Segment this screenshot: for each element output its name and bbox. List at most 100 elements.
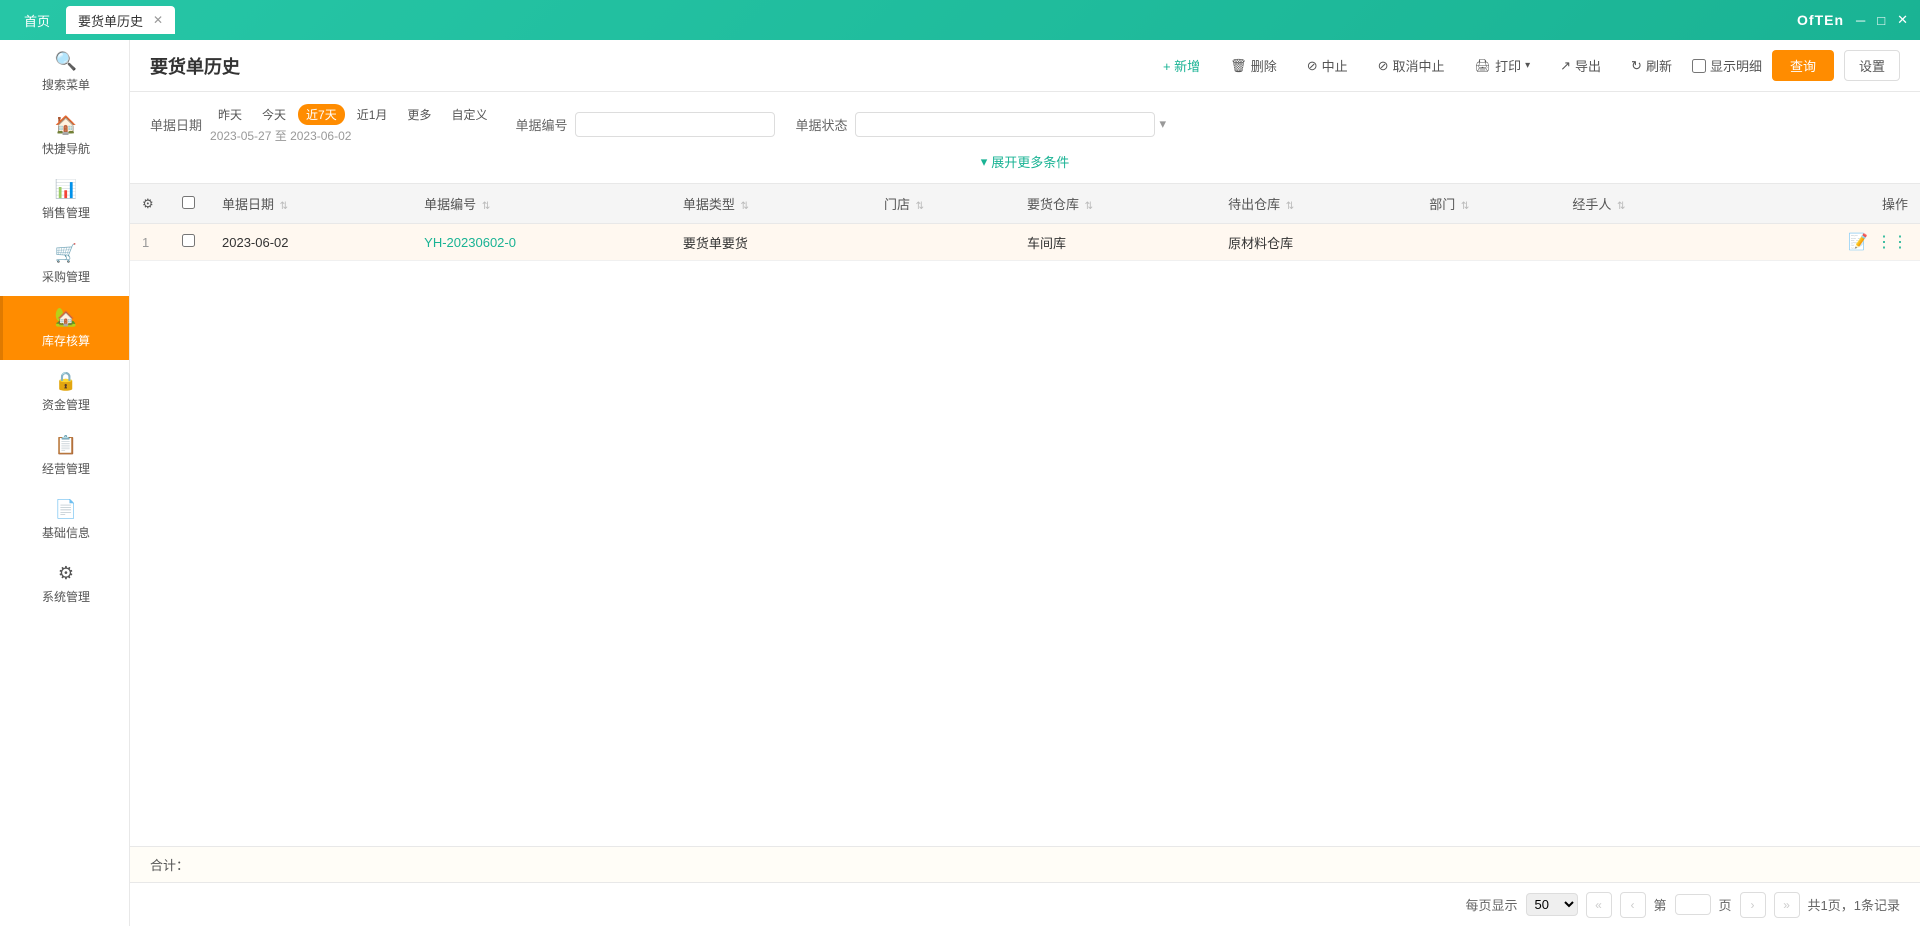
page-last-btn[interactable]: » [1774,892,1800,918]
print-icon: 🖨 [1475,58,1492,74]
status-dropdown-icon[interactable]: ▾ [1159,116,1166,132]
status-input[interactable] [855,112,1155,137]
page-title: 要货单历史 [150,53,1141,79]
date-tag-custom[interactable]: 自定义 [443,104,495,125]
per-page-select[interactable]: 50 100 200 [1526,893,1578,916]
basic-icon: 📄 [55,499,77,520]
date-range-display: 2023-05-27 至 2023-06-02 [210,127,495,144]
page-next-btn[interactable]: › [1740,892,1766,918]
sidebar-item-search[interactable]: 🔍 搜索菜单 [0,40,129,104]
per-page-label: 每页显示 [1465,895,1517,914]
row-dept [1417,224,1560,261]
window-close-btn[interactable]: ✕ [1897,12,1908,28]
expand-more-icon: ▾ [981,154,988,170]
sidebar-item-finance-label: 资金管理 [42,396,90,413]
filter-area: 单据日期 昨天 今天 近7天 近1月 更多 自定义 2023-05-27 至 2… [130,92,1920,184]
date-tag-7days[interactable]: 近7天 [298,104,345,125]
home-icon: 🏠 [55,115,77,136]
sidebar-item-operations[interactable]: 📋 经营管理 [0,424,129,488]
row-more-icon[interactable]: ⋮⋮ [1876,232,1908,252]
table-area: ⚙ 单据日期 ⇅ 单据编号 ⇅ [130,184,1920,846]
date-tags: 昨天 今天 近7天 近1月 更多 自定义 [210,104,495,125]
search-menu-icon: 🔍 [55,51,77,72]
col-dept: 部门 ⇅ [1417,184,1560,224]
sidebar-item-system-label: 系统管理 [42,588,90,605]
col-handler: 经手人 ⇅ [1560,184,1732,224]
page-input[interactable]: 1 [1675,894,1711,915]
sidebar-item-system[interactable]: ⚙ 系统管理 [0,552,129,616]
expand-more[interactable]: ▾ 展开更多条件 [150,152,1900,171]
col-dept-sort-icon[interactable]: ⇅ [1461,201,1469,212]
select-all-checkbox[interactable] [182,196,195,209]
col-date: 单据日期 ⇅ [210,184,412,224]
finance-icon: 🔒 [55,371,77,392]
table-settings-icon[interactable]: ⚙ [142,196,154,211]
refresh-button[interactable]: ↻ 刷新 [1621,51,1682,80]
display-toggle[interactable]: 显示明细 [1692,56,1762,75]
export-button[interactable]: ↗ 导出 [1550,51,1611,80]
suspend-icon: ⊘ [1307,58,1318,74]
date-tag-today[interactable]: 今天 [254,104,294,125]
tab-home-label: 首页 [24,11,50,30]
system-icon: ⚙ [58,563,74,584]
sidebar-item-quicknav-label: 快捷导航 [42,140,90,157]
col-store-sort-icon[interactable]: ⇅ [916,201,924,212]
delete-button[interactable]: 🗑 删除 [1220,51,1287,80]
sidebar-item-quick-nav[interactable]: 🏠 快捷导航 [0,104,129,168]
date-quick-filters: 昨天 今天 近7天 近1月 更多 自定义 2023-05-27 至 2023-0… [210,104,495,144]
date-filter-label: 单据日期 [150,115,202,134]
total-info: 共1页，1条记录 [1808,895,1900,914]
tab-home[interactable]: 首页 [12,6,62,34]
col-req-warehouse-sort-icon[interactable]: ⇅ [1085,201,1093,212]
sidebar-item-purchase[interactable]: 🛒 采购管理 [0,232,129,296]
col-actions: 操作 [1732,184,1920,224]
sidebar-item-basic[interactable]: 📄 基础信息 [0,488,129,552]
col-date-sort-icon[interactable]: ⇅ [280,201,288,212]
data-table: ⚙ 单据日期 ⇅ 单据编号 ⇅ [130,184,1920,261]
delete-button-label: 删除 [1251,56,1277,75]
new-button[interactable]: + 新增 [1153,51,1210,80]
page-prev-btn[interactable]: ‹ [1620,892,1646,918]
print-button-label: 打印 [1495,56,1521,75]
col-type-sort-icon[interactable]: ⇅ [741,201,749,212]
row-num: 1 [130,224,170,261]
display-toggle-checkbox[interactable] [1692,59,1706,73]
print-button[interactable]: 🖨 打印 ▾ [1465,51,1541,80]
page-header: 要货单历史 + 新增 🗑 删除 ⊘ 中止 ⊘ 取消中止 🖨 [130,40,1920,92]
col-settings: ⚙ [130,184,170,224]
sidebar-item-purchase-label: 采购管理 [42,268,90,285]
col-handler-sort-icon[interactable]: ⇅ [1617,201,1625,212]
window-min-btn[interactable]: ─ [1856,13,1865,28]
col-date-label: 单据日期 [222,197,274,212]
cancel-suspend-button[interactable]: ⊘ 取消中止 [1368,51,1455,80]
tab-history[interactable]: 要货单历史 ✕ [66,6,175,34]
suspend-button[interactable]: ⊘ 中止 [1297,51,1358,80]
col-store: 门店 ⇅ [872,184,1015,224]
sidebar-item-inventory-label: 库存核算 [42,332,90,349]
pagination: 每页显示 50 100 200 « ‹ 第 1 页 › » 共1页，1条记录 [130,882,1920,926]
col-no-sort-icon[interactable]: ⇅ [482,201,490,212]
tab-close-icon[interactable]: ✕ [153,13,163,27]
sidebar-item-basic-label: 基础信息 [42,524,90,541]
expand-more-label: 展开更多条件 [991,152,1069,171]
order-no-input[interactable] [575,112,775,137]
col-pending-warehouse-sort-icon[interactable]: ⇅ [1286,201,1294,212]
date-tag-1month[interactable]: 近1月 [349,104,396,125]
date-tag-more[interactable]: 更多 [399,104,439,125]
query-button[interactable]: 查询 [1772,50,1834,81]
row-checkbox[interactable] [182,234,195,247]
toolbar: + 新增 🗑 删除 ⊘ 中止 ⊘ 取消中止 🖨 打印 ▾ [1153,50,1900,81]
date-tag-yesterday[interactable]: 昨天 [210,104,250,125]
sidebar-item-inventory[interactable]: 🏡 库存核算 [0,296,129,360]
row-no-link[interactable]: YH-20230602-0 [424,235,516,250]
sidebar-item-sales[interactable]: 📊 销售管理 [0,168,129,232]
col-no-label: 单据编号 [424,197,476,212]
refresh-icon: ↻ [1631,58,1642,74]
sidebar-item-finance[interactable]: 🔒 资金管理 [0,360,129,424]
page-first-btn[interactable]: « [1586,892,1612,918]
row-checkbox-cell [170,224,210,261]
row-edit-icon[interactable]: 📝 [1848,232,1868,252]
setting-button[interactable]: 设置 [1844,50,1900,81]
operations-icon: 📋 [55,435,77,456]
window-max-btn[interactable]: □ [1877,13,1885,28]
